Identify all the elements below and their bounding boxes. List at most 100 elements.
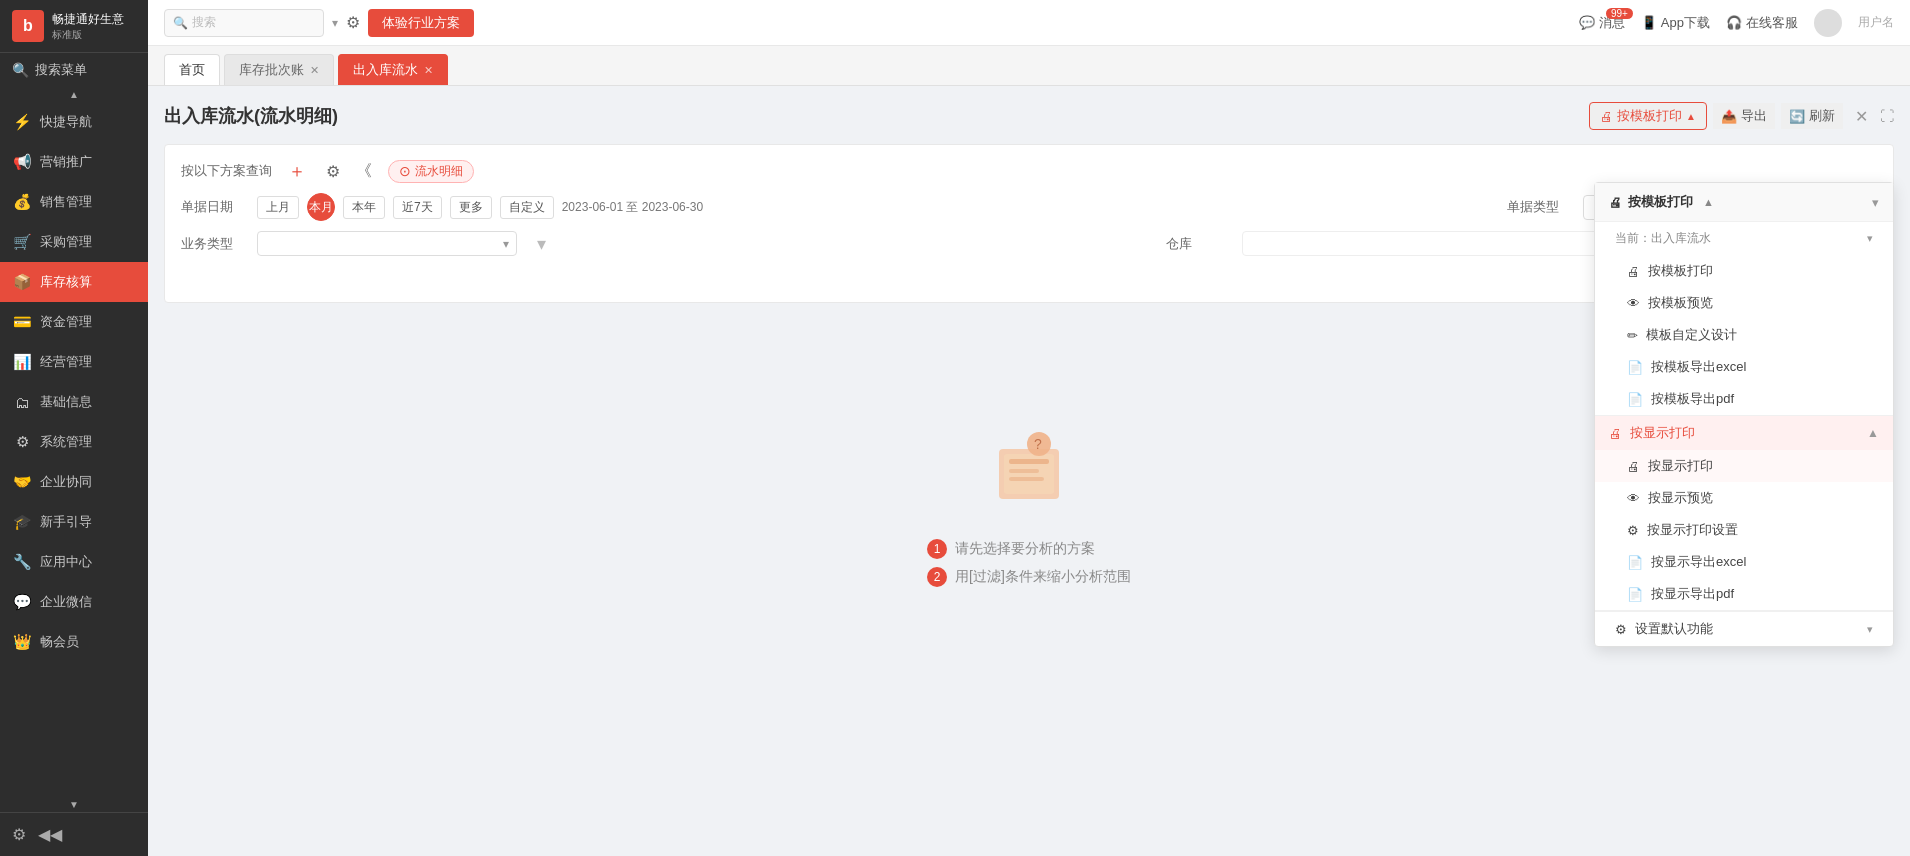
dropdown-item-template-excel[interactable]: 📄 按模板导出excel	[1595, 351, 1893, 383]
maximize-btn[interactable]: ⛶	[1880, 108, 1894, 124]
sidebar-item-marketing[interactable]: 📢 营销推广	[0, 142, 148, 182]
dropdown-item-display-preview[interactable]: 👁 按显示预览	[1595, 482, 1893, 514]
collapse-sidebar-icon[interactable]: ◀◀	[38, 825, 62, 844]
wecom-icon: 💬	[12, 592, 32, 612]
settings-icon[interactable]: ⚙	[12, 825, 26, 844]
tabs-bar: 首页 库存批次账 ✕ 出入库流水 ✕	[148, 46, 1910, 86]
dropdown-item-template-preview[interactable]: 👁 按模板预览	[1595, 287, 1893, 319]
logo-text: 畅捷通好生意 标准版	[52, 11, 124, 42]
tab-flow-label: 出入库流水	[353, 61, 418, 79]
refresh-btn[interactable]: 🔄 刷新	[1781, 103, 1843, 129]
filter-row-1: 按以下方案查询 ＋ ⚙ 《 ⊙ 流水明细	[181, 159, 1877, 183]
topbar-search-box[interactable]: 🔍 搜索	[164, 9, 324, 37]
service-icon: 🎧	[1726, 15, 1742, 30]
tab-batch[interactable]: 库存批次账 ✕	[224, 54, 334, 85]
date-btn-last-month[interactable]: 上月	[257, 196, 299, 219]
topbar-gear-icon[interactable]: ⚙	[346, 13, 360, 32]
sidebar-item-shortcut[interactable]: ⚡ 快捷导航	[0, 102, 148, 142]
message-btn[interactable]: 💬 消息 99+	[1579, 14, 1625, 32]
sidebar-item-enterprise[interactable]: 🤝 企业协同	[0, 462, 148, 502]
dropdown-display-header[interactable]: 🖨 按显示打印 ▲	[1595, 416, 1893, 450]
dropdown-arrow-up: ▲	[1703, 196, 1714, 208]
topbar-search-icon: 🔍	[173, 16, 188, 30]
page-header: 出入库流水(流水明细) 🖨 按模板打印 ▲ 📤 导出 🔄 刷新	[164, 102, 1894, 130]
sidebar-item-label: 新手引导	[40, 513, 92, 531]
date-btn-this-year[interactable]: 本年	[343, 196, 385, 219]
close-panel-btn[interactable]: ✕	[1855, 107, 1868, 126]
app-download-btn[interactable]: 📱 App下载	[1641, 14, 1710, 32]
scroll-up[interactable]: ▲	[0, 87, 148, 102]
dropdown-item-display-settings[interactable]: ⚙ 按显示打印设置	[1595, 514, 1893, 546]
date-btn-custom[interactable]: 自定义	[500, 196, 554, 219]
current-label-text: 当前：出入库流水	[1615, 230, 1711, 247]
dropdown-item-display-print[interactable]: 🖨 按显示打印	[1595, 450, 1893, 482]
user-avatar[interactable]	[1814, 9, 1842, 37]
sidebar: b 畅捷通好生意 标准版 🔍 搜索菜单 ▲ ⚡ 快捷导航 📢 营销推广 💰 销售…	[0, 0, 148, 856]
date-btn-more[interactable]: 更多	[450, 196, 492, 219]
tab-flow[interactable]: 出入库流水 ✕	[338, 54, 448, 85]
sidebar-bottom: ⚙ ◀◀	[0, 812, 148, 856]
sidebar-item-wecom[interactable]: 💬 企业微信	[0, 582, 148, 622]
empty-steps: 1 请先选择要分析的方案 2 用[过滤]条件来缩小分析范围	[927, 539, 1131, 587]
default-func-icon: ⚙	[1615, 622, 1627, 637]
sidebar-item-sales[interactable]: 💰 销售管理	[0, 182, 148, 222]
topbar-dropdown-arrow[interactable]: ▾	[332, 16, 338, 30]
dropdown-item-default-func[interactable]: ⚙ 设置默认功能 ▾	[1595, 611, 1893, 646]
sidebar-item-member[interactable]: 👑 畅会员	[0, 622, 148, 662]
filter-collapse-btn[interactable]: 《	[356, 161, 372, 182]
sidebar-item-finance[interactable]: 💳 资金管理	[0, 302, 148, 342]
biz-select[interactable]	[257, 231, 517, 256]
tab-home[interactable]: 首页	[164, 54, 220, 85]
sidebar-item-operation[interactable]: 📊 经营管理	[0, 342, 148, 382]
dropdown-item-template-customize[interactable]: ✏ 模板自定义设计	[1595, 319, 1893, 351]
message-icon: 💬	[1579, 15, 1595, 30]
filter-tag[interactable]: ⊙ 流水明细	[388, 160, 474, 183]
tab-batch-label: 库存批次账	[239, 61, 304, 79]
display-section-icon: 🖨	[1609, 426, 1622, 441]
export-label: 导出	[1741, 107, 1767, 125]
display-section-label: 按显示打印	[1630, 424, 1695, 442]
service-btn[interactable]: 🎧 在线客服	[1726, 14, 1798, 32]
tab-batch-close[interactable]: ✕	[310, 64, 319, 77]
message-badge: 99+	[1606, 8, 1633, 19]
purchase-icon: 🛒	[12, 232, 32, 252]
export-btn[interactable]: 📤 导出	[1713, 103, 1775, 129]
date-btn-7days[interactable]: 近7天	[393, 196, 442, 219]
filter-setting-btn[interactable]: ⚙	[326, 162, 340, 181]
dropdown-current-label: 当前：出入库流水 ▾	[1595, 222, 1893, 255]
sidebar-search[interactable]: 🔍 搜索菜单	[0, 53, 148, 87]
shortcut-icon: ⚡	[12, 112, 32, 132]
sidebar-item-purchase[interactable]: 🛒 采购管理	[0, 222, 148, 262]
sidebar-item-appcenter[interactable]: 🔧 应用中心	[0, 542, 148, 582]
sidebar-item-label: 采购管理	[40, 233, 92, 251]
display-section-arrow: ▲	[1867, 426, 1879, 440]
date-btn-this-month[interactable]: 本月	[307, 193, 335, 221]
dropdown-header-close[interactable]: ▾	[1872, 195, 1879, 210]
display-preview-icon: 👁	[1627, 491, 1640, 506]
sidebar-item-basic[interactable]: 🗂 基础信息	[0, 382, 148, 422]
sidebar-item-guide[interactable]: 🎓 新手引导	[0, 502, 148, 542]
sidebar-item-label: 销售管理	[40, 193, 92, 211]
display-settings-label: 按显示打印设置	[1647, 521, 1738, 539]
tab-flow-close[interactable]: ✕	[424, 64, 433, 77]
member-icon: 👑	[12, 632, 32, 652]
user-name[interactable]: 用户名	[1858, 14, 1894, 31]
dropdown-item-template-pdf[interactable]: 📄 按模板导出pdf	[1595, 383, 1893, 415]
filter-add-btn[interactable]: ＋	[288, 159, 306, 183]
print-btn[interactable]: 🖨 按模板打印 ▲	[1589, 102, 1707, 130]
template-excel-label: 按模板导出excel	[1651, 358, 1746, 376]
logo-icon: b	[12, 10, 44, 42]
dropdown-item-display-excel[interactable]: 📄 按显示导出excel	[1595, 546, 1893, 578]
sidebar-item-inventory[interactable]: 📦 库存核算	[0, 262, 148, 302]
biz-chevron[interactable]: ▾	[537, 233, 546, 255]
industry-btn[interactable]: 体验行业方案	[368, 9, 474, 37]
sidebar-item-system[interactable]: ⚙ 系统管理	[0, 422, 148, 462]
filter-tag-icon: ⊙	[399, 163, 411, 179]
topbar: 🔍 搜索 ▾ ⚙ 体验行业方案 💬 消息 99+ 📱 App下载 🎧 在线客服 …	[148, 0, 1910, 46]
scroll-down[interactable]: ▼	[0, 797, 148, 812]
dropdown-item-display-pdf[interactable]: 📄 按显示导出pdf	[1595, 578, 1893, 610]
sidebar-search-label: 搜索菜单	[35, 61, 87, 79]
print-arrow: ▲	[1686, 111, 1696, 122]
dropdown-print-icon: 🖨	[1609, 195, 1622, 210]
dropdown-item-template-print[interactable]: 🖨 按模板打印	[1595, 255, 1893, 287]
